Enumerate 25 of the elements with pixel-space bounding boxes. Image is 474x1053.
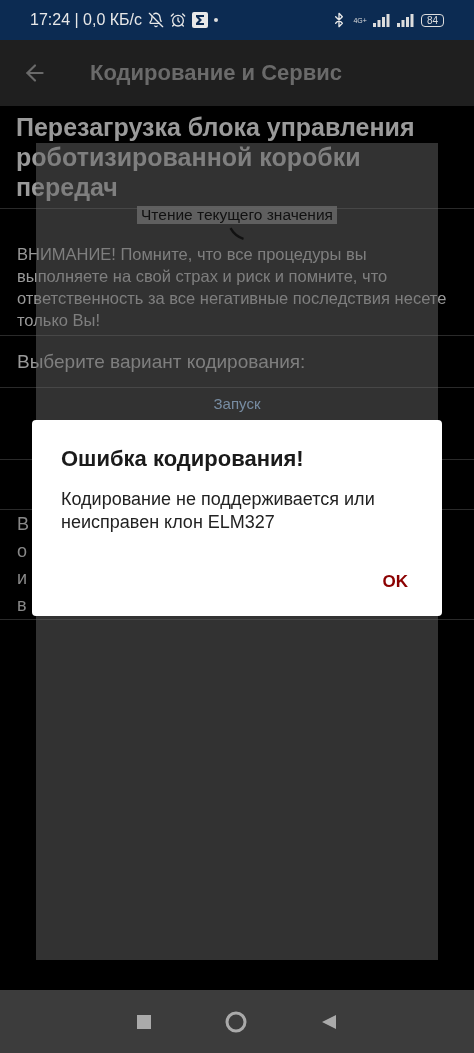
- screen-title: Кодирование и Сервис: [90, 60, 343, 86]
- progress-title: Чтение текущего значения: [137, 206, 337, 224]
- signal-icon: [372, 13, 391, 27]
- circle-icon[interactable]: [225, 1010, 247, 1033]
- note-text: В: [17, 512, 29, 536]
- error-title: Ошибка кодирования!: [61, 446, 305, 472]
- select-label: Выберите вариант кодирования:: [17, 350, 307, 373]
- square-icon[interactable]: [137, 1014, 151, 1029]
- error-message: Кодирование не поддерживается или неисправен клон ELM327: [61, 488, 376, 534]
- ok-button[interactable]: OK: [376, 568, 414, 596]
- note-text: о: [17, 539, 27, 563]
- status-time: 17:24 | 0,0 КБ/с: [30, 11, 143, 29]
- bell-off-icon: [148, 12, 165, 28]
- battery-level: 84: [420, 13, 444, 27]
- note-text: и: [17, 566, 28, 590]
- start-button[interactable]: Запуск: [205, 391, 269, 416]
- alarm-icon: [170, 12, 187, 28]
- note-text: в: [17, 593, 27, 617]
- dot-icon: [214, 18, 219, 22]
- page-heading: Перезагрузка блока управления роботизированной коробки передач: [16, 112, 416, 202]
- back-triangle-icon[interactable]: [321, 1013, 337, 1030]
- warning-text: ВНИМАНИЕ! Помните, что все процедуры вы выполняете на свой страх и риск и помните, что ответственность за все негативные последствия несете только Вы!: [17, 244, 448, 331]
- spinner-icon: [227, 227, 247, 240]
- sigma-app-icon: [192, 12, 209, 28]
- signal-icon: [396, 13, 415, 27]
